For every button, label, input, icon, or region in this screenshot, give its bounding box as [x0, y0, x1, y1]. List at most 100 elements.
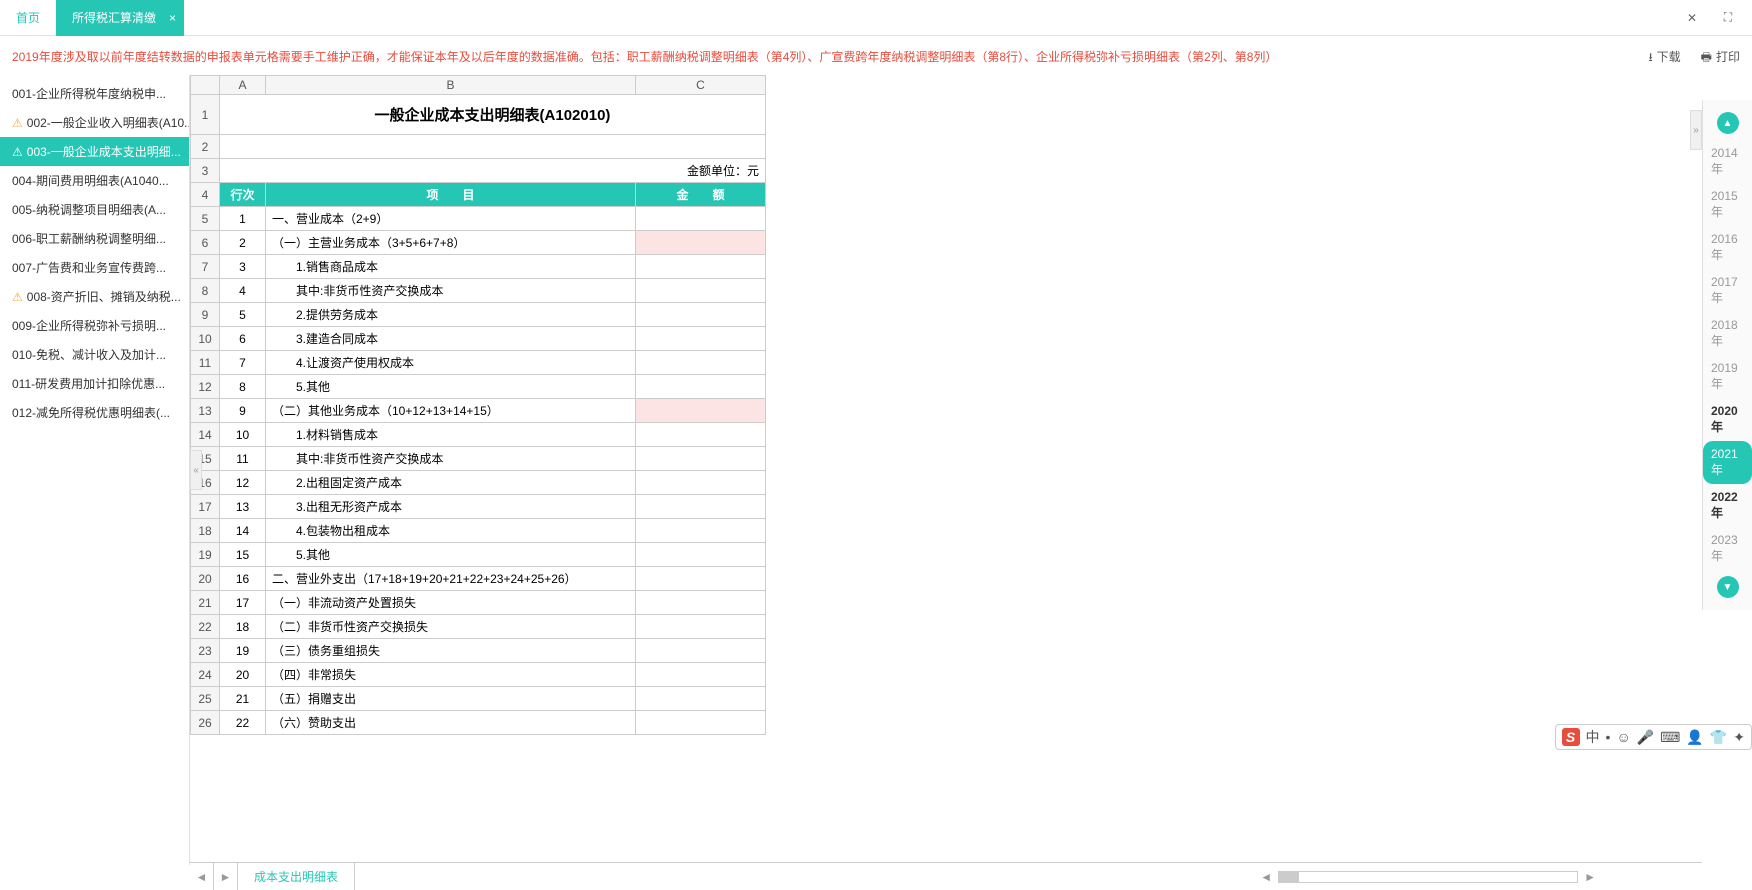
- cell-a-11[interactable]: 7: [220, 351, 266, 375]
- cell-a-22[interactable]: 18: [220, 615, 266, 639]
- ime-punct-icon[interactable]: •: [1606, 729, 1611, 745]
- col-header-B[interactable]: B: [266, 75, 636, 95]
- cell-b-22[interactable]: （二）非货币性资产交换损失: [266, 615, 636, 639]
- cell-c-12[interactable]: [636, 375, 766, 399]
- cell-c-24[interactable]: [636, 663, 766, 687]
- tab-active[interactable]: 所得税汇算清缴 ×: [56, 0, 184, 36]
- cell-c-7[interactable]: [636, 255, 766, 279]
- cell-b-18[interactable]: 4.包装物出租成本: [266, 519, 636, 543]
- year-2020年[interactable]: 2020年: [1703, 398, 1752, 441]
- cell-b-11[interactable]: 4.让渡资产使用权成本: [266, 351, 636, 375]
- cell-c-19[interactable]: [636, 543, 766, 567]
- year-2016年[interactable]: 2016年: [1703, 226, 1752, 269]
- cell-c-17[interactable]: [636, 495, 766, 519]
- cell-b-24[interactable]: （四）非常损失: [266, 663, 636, 687]
- col-header-A[interactable]: A: [220, 75, 266, 95]
- cell-b-8[interactable]: 其中:非货币性资产交换成本: [266, 279, 636, 303]
- cell-b-23[interactable]: （三）债务重组损失: [266, 639, 636, 663]
- cell-a-9[interactable]: 5: [220, 303, 266, 327]
- cell-b-10[interactable]: 3.建造合同成本: [266, 327, 636, 351]
- cell-b-12[interactable]: 5.其他: [266, 375, 636, 399]
- download-button[interactable]: ⭳ 下载: [1648, 48, 1680, 67]
- cell-c-8[interactable]: [636, 279, 766, 303]
- col-header-C[interactable]: C: [636, 75, 766, 95]
- sidebar-item-8[interactable]: 009-企业所得税弥补亏损明...: [0, 311, 189, 340]
- sheet-tab[interactable]: 成本支出明细表: [238, 863, 355, 890]
- sidebar-item-7[interactable]: ⚠008-资产折旧、摊销及纳税...: [0, 282, 189, 311]
- year-2017年[interactable]: 2017年: [1703, 269, 1752, 312]
- ime-user-icon[interactable]: 👤: [1686, 729, 1703, 746]
- sidebar-collapse-handle[interactable]: «: [190, 450, 202, 490]
- year-2014年[interactable]: 2014年: [1703, 140, 1752, 183]
- year-down-icon[interactable]: ▼: [1717, 576, 1739, 598]
- cell-a-24[interactable]: 20: [220, 663, 266, 687]
- year-2015年[interactable]: 2015年: [1703, 183, 1752, 226]
- cell-a-26[interactable]: 22: [220, 711, 266, 735]
- cell-c-15[interactable]: [636, 447, 766, 471]
- ime-skin-icon[interactable]: 👕: [1710, 729, 1727, 746]
- cell-b-19[interactable]: 5.其他: [266, 543, 636, 567]
- cell-a-7[interactable]: 3: [220, 255, 266, 279]
- cell-c-16[interactable]: [636, 471, 766, 495]
- cell-b-5[interactable]: 一、营业成本（2+9）: [266, 207, 636, 231]
- cell-b-16[interactable]: 2.出租固定资产成本: [266, 471, 636, 495]
- cell-c-13[interactable]: [636, 399, 766, 423]
- cell-c-5[interactable]: [636, 207, 766, 231]
- sidebar-item-2[interactable]: ⚠003-一般企业成本支出明细...: [0, 137, 189, 166]
- cell-c-21[interactable]: [636, 591, 766, 615]
- cell-c-10[interactable]: [636, 327, 766, 351]
- sheet-nav-next[interactable]: ►: [214, 863, 238, 890]
- fullscreen-icon[interactable]: ⛶: [1716, 6, 1740, 30]
- cell-c-23[interactable]: [636, 639, 766, 663]
- cell-a-5[interactable]: 1: [220, 207, 266, 231]
- cell-b-14[interactable]: 1.材料销售成本: [266, 423, 636, 447]
- cell-b-7[interactable]: 1.销售商品成本: [266, 255, 636, 279]
- sheet-nav-prev[interactable]: ◄: [190, 863, 214, 890]
- cell-a-13[interactable]: 9: [220, 399, 266, 423]
- ime-lang-icon[interactable]: 中: [1586, 727, 1600, 747]
- cell-b-15[interactable]: 其中:非货币性资产交换成本: [266, 447, 636, 471]
- cell-a-23[interactable]: 19: [220, 639, 266, 663]
- cell-c-14[interactable]: [636, 423, 766, 447]
- cell-a-10[interactable]: 6: [220, 327, 266, 351]
- sidebar-item-3[interactable]: 004-期间费用明细表(A1040...: [0, 166, 189, 195]
- cell-c-9[interactable]: [636, 303, 766, 327]
- cell-c-11[interactable]: [636, 351, 766, 375]
- year-2018年[interactable]: 2018年: [1703, 312, 1752, 355]
- cell-b-6[interactable]: （一）主营业务成本（3+5+6+7+8）: [266, 231, 636, 255]
- right-expand-handle[interactable]: »: [1690, 110, 1702, 150]
- ime-toolbar[interactable]: S 中 • ☺ 🎤 ⌨ 👤 👕 ✦: [1555, 724, 1752, 750]
- cell-a-20[interactable]: 16: [220, 567, 266, 591]
- sidebar-item-9[interactable]: 010-免税、减计收入及加计...: [0, 340, 189, 369]
- sidebar-item-5[interactable]: 006-职工薪酬纳税调整明细...: [0, 224, 189, 253]
- tab-home[interactable]: 首页: [0, 0, 56, 36]
- year-up-icon[interactable]: ▲: [1717, 112, 1739, 134]
- cell-a-8[interactable]: 4: [220, 279, 266, 303]
- cell-a-12[interactable]: 8: [220, 375, 266, 399]
- ime-toolbox-icon[interactable]: ✦: [1733, 729, 1745, 746]
- sidebar-item-11[interactable]: 012-减免所得税优惠明细表(...: [0, 398, 189, 427]
- cell-b-13[interactable]: （二）其他业务成本（10+12+13+14+15）: [266, 399, 636, 423]
- cell-b-26[interactable]: （六）赞助支出: [266, 711, 636, 735]
- sidebar-item-10[interactable]: 011-研发费用加计扣除优惠...: [0, 369, 189, 398]
- cell-a-18[interactable]: 14: [220, 519, 266, 543]
- sidebar-item-1[interactable]: ⚠002-一般企业收入明细表(A10...: [0, 108, 189, 137]
- sidebar-item-4[interactable]: 005-纳税调整项目明细表(A...: [0, 195, 189, 224]
- cell-c-6[interactable]: [636, 231, 766, 255]
- cell-b-20[interactable]: 二、营业外支出（17+18+19+20+21+22+23+24+25+26）: [266, 567, 636, 591]
- window-close-icon[interactable]: ✕: [1680, 6, 1704, 30]
- cell-c-25[interactable]: [636, 687, 766, 711]
- cell-b-25[interactable]: （五）捐赠支出: [266, 687, 636, 711]
- cell-c-20[interactable]: [636, 567, 766, 591]
- cell-a-21[interactable]: 17: [220, 591, 266, 615]
- cell-a-15[interactable]: 11: [220, 447, 266, 471]
- cell-c-22[interactable]: [636, 615, 766, 639]
- print-button[interactable]: 🖶 打印: [1701, 48, 1740, 67]
- horizontal-scroll[interactable]: ◄ ►: [355, 870, 1702, 884]
- year-2021年[interactable]: 2021年: [1703, 441, 1752, 484]
- year-2019年[interactable]: 2019年: [1703, 355, 1752, 398]
- ime-keyboard-icon[interactable]: ⌨: [1660, 729, 1680, 746]
- sidebar-item-0[interactable]: 001-企业所得税年度纳税申...: [0, 79, 189, 108]
- cell-a-17[interactable]: 13: [220, 495, 266, 519]
- cell-a-14[interactable]: 10: [220, 423, 266, 447]
